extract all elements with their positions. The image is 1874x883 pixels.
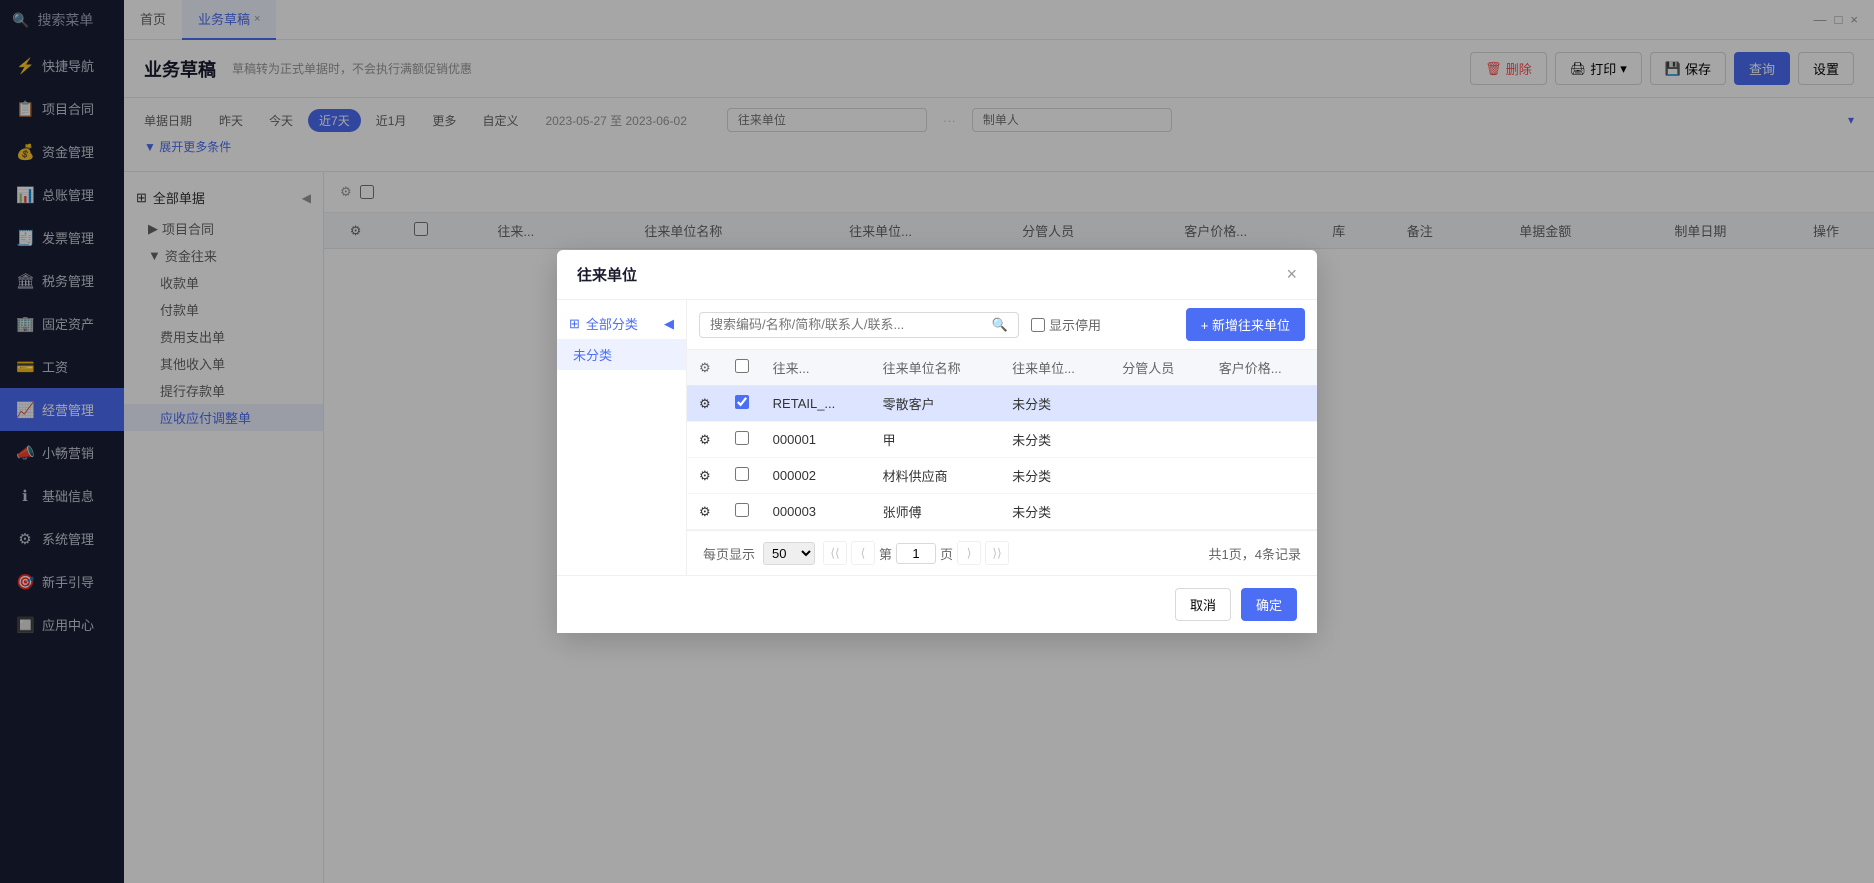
search-box: 🔍	[699, 312, 1019, 338]
page-label-prefix: 第	[879, 544, 892, 563]
row-code: 000003	[761, 494, 871, 530]
page-number-input[interactable]	[896, 543, 936, 564]
row-category: 未分类	[1000, 422, 1110, 458]
row-category: 未分类	[1000, 458, 1110, 494]
row-code: 000002	[761, 458, 871, 494]
row-price-level	[1207, 458, 1317, 494]
modal-body: ⊞ 全部分类 ◀ 未分类 🔍 显示停用	[557, 300, 1317, 575]
row-name: 甲	[871, 422, 1000, 458]
col-category: 往来单位...	[1000, 350, 1110, 386]
row-name: 零散客户	[871, 386, 1000, 422]
next-page-btn[interactable]: ⟩	[957, 541, 981, 565]
show-inactive-label: 显示停用	[1031, 315, 1101, 334]
row-price-level	[1207, 494, 1317, 530]
partner-table-row[interactable]: ⚙ 000003 张师傅 未分类	[687, 494, 1317, 530]
content-toolbar: 🔍 显示停用 + 新增往来单位	[687, 300, 1317, 350]
row-category: 未分类	[1000, 386, 1110, 422]
row-select-checkbox[interactable]	[735, 395, 749, 409]
row-checkbox[interactable]	[723, 494, 761, 530]
partner-table-row[interactable]: ⚙ 000001 甲 未分类	[687, 422, 1317, 458]
row-manager	[1110, 386, 1206, 422]
row-category: 未分类	[1000, 494, 1110, 530]
row-select-checkbox[interactable]	[735, 431, 749, 445]
add-partner-label: + 新增往来单位	[1201, 315, 1290, 334]
row-select-checkbox[interactable]	[735, 467, 749, 481]
partner-table-row[interactable]: ⚙ RETAIL_... 零散客户 未分类	[687, 386, 1317, 422]
total-info: 共1页，4条记录	[1209, 544, 1301, 563]
search-input[interactable]	[710, 317, 986, 332]
row-settings: ⚙	[687, 458, 723, 494]
first-page-btn[interactable]: ⟨⟨	[823, 541, 847, 565]
cancel-btn[interactable]: 取消	[1175, 588, 1231, 621]
row-manager	[1110, 422, 1206, 458]
confirm-btn[interactable]: 确定	[1241, 588, 1297, 621]
category-collapse-btn[interactable]: ◀	[664, 316, 674, 332]
row-name: 材料供应商	[871, 458, 1000, 494]
grid-icon: ⊞	[569, 316, 580, 332]
partner-table-header: ⚙ 往来... 往来单位名称 往来单位... 分管人员 客户价格...	[687, 350, 1317, 386]
partner-table-row[interactable]: ⚙ 000002 材料供应商 未分类	[687, 458, 1317, 494]
modal-title: 往来单位	[577, 264, 637, 285]
row-checkbox[interactable]	[723, 386, 761, 422]
row-name: 张师傅	[871, 494, 1000, 530]
modal-overlay: 往来单位 × ⊞ 全部分类 ◀ 未分类	[0, 0, 1874, 883]
per-page-label: 每页显示	[703, 544, 755, 563]
modal-header: 往来单位 ×	[557, 250, 1317, 300]
row-price-level	[1207, 422, 1317, 458]
per-page-select[interactable]: 50 100	[763, 542, 815, 565]
partner-table-body: ⚙ RETAIL_... 零散客户 未分类 ⚙ 000001 甲 未分类 ⚙ 0…	[687, 386, 1317, 530]
all-category-label: 全部分类	[586, 314, 638, 333]
col-manager: 分管人员	[1110, 350, 1206, 386]
col-settings: ⚙	[687, 350, 723, 386]
modal-close-btn[interactable]: ×	[1286, 264, 1297, 285]
search-icon: 🔍	[992, 317, 1008, 333]
category-uncategorized[interactable]: 未分类	[557, 339, 686, 370]
row-checkbox[interactable]	[723, 422, 761, 458]
row-code: 000001	[761, 422, 871, 458]
row-price-level	[1207, 386, 1317, 422]
category-uncategorized-label: 未分类	[573, 348, 612, 363]
action-footer: 取消 确定	[557, 575, 1317, 633]
last-page-btn[interactable]: ⟩⟩	[985, 541, 1009, 565]
content-panel: 🔍 显示停用 + 新增往来单位 ⚙	[687, 300, 1317, 575]
partner-header-row: ⚙ 往来... 往来单位名称 往来单位... 分管人员 客户价格...	[687, 350, 1317, 386]
page-label-suffix: 页	[940, 544, 953, 563]
col-price: 客户价格...	[1207, 350, 1317, 386]
row-settings: ⚙	[687, 386, 723, 422]
col-code: 往来...	[761, 350, 871, 386]
col-checkbox	[723, 350, 761, 386]
partner-modal: 往来单位 × ⊞ 全部分类 ◀ 未分类	[557, 250, 1317, 633]
row-manager	[1110, 494, 1206, 530]
row-select-checkbox[interactable]	[735, 503, 749, 517]
partner-table: ⚙ 往来... 往来单位名称 往来单位... 分管人员 客户价格... ⚙	[687, 350, 1317, 530]
all-category-btn[interactable]: ⊞ 全部分类 ◀	[557, 308, 686, 339]
category-panel: ⊞ 全部分类 ◀ 未分类	[557, 300, 687, 575]
col-name: 往来单位名称	[871, 350, 1000, 386]
row-checkbox[interactable]	[723, 458, 761, 494]
row-settings: ⚙	[687, 422, 723, 458]
partner-data-table: ⚙ 往来... 往来单位名称 往来单位... 分管人员 客户价格... ⚙	[687, 350, 1317, 530]
modal-pagination: 每页显示 50 100 ⟨⟨ ⟨ 第 页 ⟩ ⟩⟩ 共1页，4条记录	[687, 530, 1317, 575]
show-inactive-checkbox[interactable]	[1031, 318, 1045, 332]
row-code: RETAIL_...	[761, 386, 871, 422]
add-partner-btn[interactable]: + 新增往来单位	[1186, 308, 1305, 341]
pagination-controls: ⟨⟨ ⟨ 第 页 ⟩ ⟩⟩	[823, 541, 1193, 565]
row-settings: ⚙	[687, 494, 723, 530]
row-manager	[1110, 458, 1206, 494]
prev-page-btn[interactable]: ⟨	[851, 541, 875, 565]
partner-select-all[interactable]	[735, 359, 749, 373]
